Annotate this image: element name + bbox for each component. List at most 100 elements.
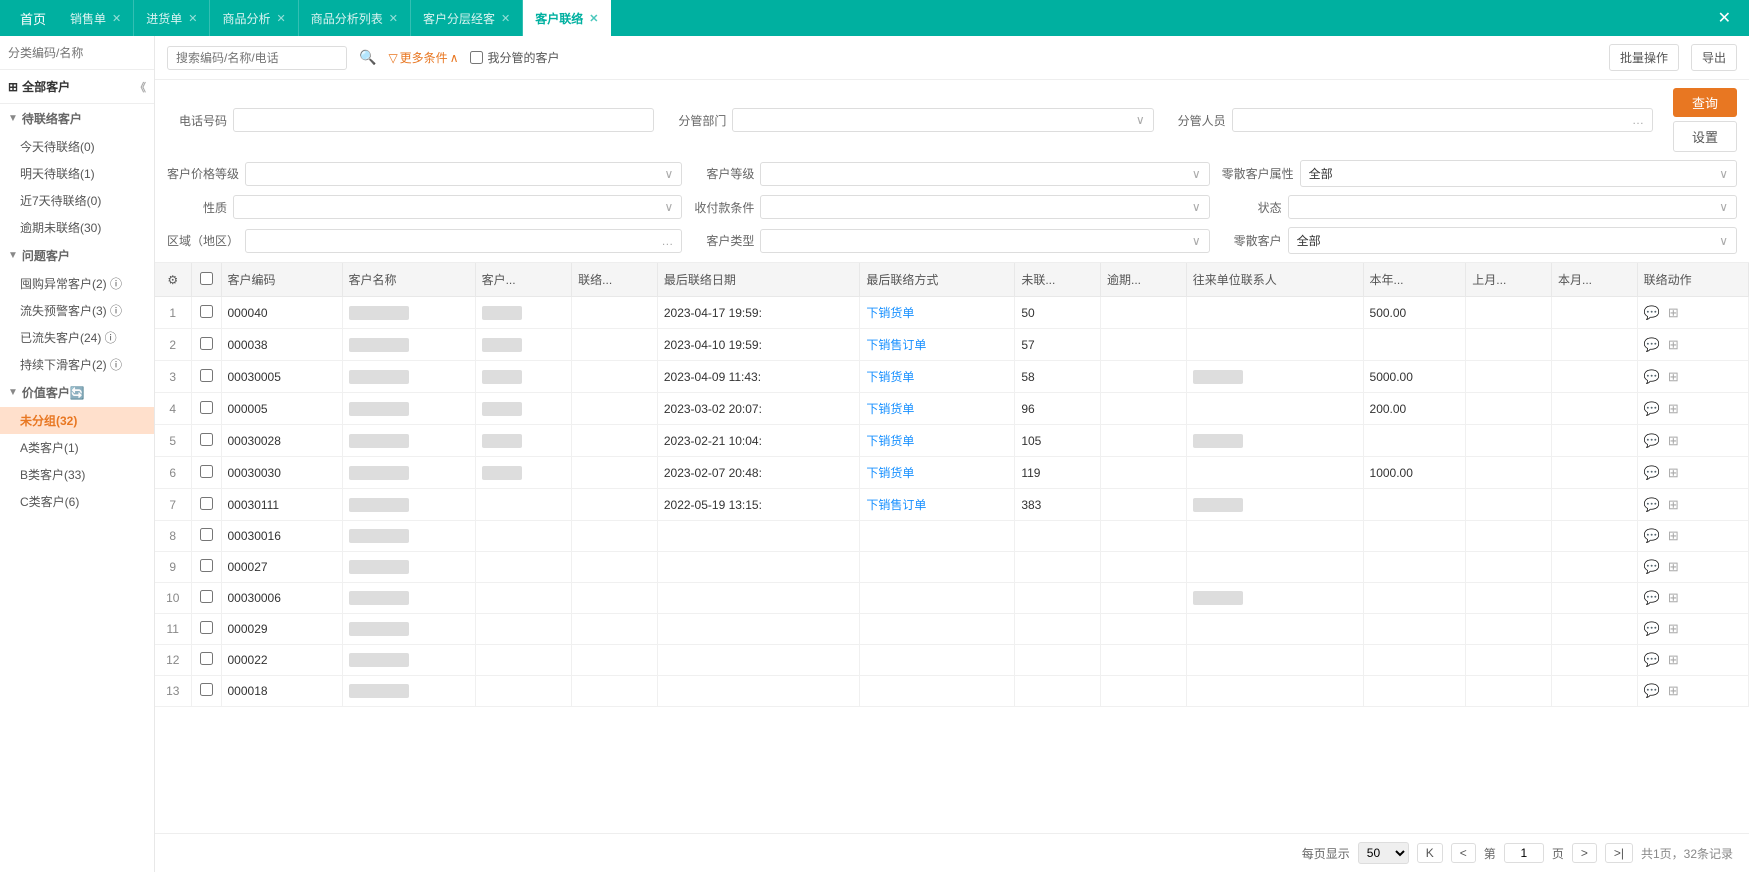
sidebar-item-churn-warning[interactable]: 流失预警客户(3) ⓘ [0, 297, 154, 324]
batch-operation-button[interactable]: 批量操作 [1609, 44, 1679, 71]
close-product-analysis-tab[interactable]: ✕ [277, 12, 286, 25]
grid-action-icon[interactable]: ⊞ [1668, 683, 1679, 699]
nav-tab-sales[interactable]: 销售单 ✕ [58, 0, 134, 36]
action-cell[interactable]: 💬 ⊞ [1637, 676, 1748, 707]
grid-action-icon[interactable]: ⊞ [1668, 433, 1679, 449]
nav-tab-customer-contact[interactable]: 客户联络 ✕ [523, 0, 611, 36]
grid-action-icon[interactable]: ⊞ [1668, 497, 1679, 513]
row-checkbox[interactable] [200, 433, 213, 446]
sidebar-group-value-header[interactable]: ▼ 价值客户 🔄 [0, 378, 154, 407]
last-contact-method[interactable] [860, 676, 1015, 707]
chat-icon[interactable]: 💬 [1644, 528, 1660, 544]
nav-tab-product-analysis-list[interactable]: 商品分析列表 ✕ [299, 0, 411, 36]
sidebar-item-classA[interactable]: A类客户(1) [0, 434, 154, 461]
per-page-select[interactable]: 50 20 100 [1358, 842, 1409, 864]
phone-input[interactable] [233, 108, 654, 132]
status-select[interactable]: ∨ [1288, 195, 1737, 219]
chat-icon[interactable]: 💬 [1644, 337, 1660, 353]
chat-icon[interactable]: 💬 [1644, 652, 1660, 668]
global-close-button[interactable]: ✕ [1708, 8, 1741, 28]
last-contact-method[interactable] [860, 521, 1015, 552]
customer-type-select[interactable]: ∨ [760, 229, 1209, 253]
query-button[interactable]: 查询 [1673, 88, 1737, 117]
my-customers-checkbox[interactable] [470, 51, 483, 64]
row-checkbox[interactable] [200, 497, 213, 510]
more-conditions-toggle[interactable]: ▽ 更多条件 ∧ [388, 49, 458, 66]
grid-action-icon[interactable]: ⊞ [1668, 528, 1679, 544]
attribute-select[interactable]: 全部 ∨ [1300, 160, 1737, 187]
sidebar-item-today[interactable]: 今天待联络(0) [0, 133, 154, 160]
last-contact-method[interactable]: 下销售订单 [860, 489, 1015, 521]
sidebar-item-classC[interactable]: C类客户(6) [0, 488, 154, 515]
my-customers-filter[interactable]: 我分管的客户 [470, 49, 559, 66]
refresh-icon[interactable]: 🔄 [70, 386, 85, 400]
action-cell[interactable]: 💬 ⊞ [1637, 614, 1748, 645]
chat-icon[interactable]: 💬 [1644, 621, 1660, 637]
nav-home[interactable]: 首页 [8, 9, 58, 28]
row-checkbox[interactable] [200, 652, 213, 665]
search-input[interactable] [167, 46, 347, 70]
sidebar-item-ungroup[interactable]: 未分组(32) [0, 407, 154, 434]
chat-icon[interactable]: 💬 [1644, 497, 1660, 513]
action-cell[interactable]: 💬 ⊞ [1637, 425, 1748, 457]
first-page-button[interactable]: K [1417, 843, 1443, 863]
sidebar-group-pending-header[interactable]: ▼ 待联络客户 [0, 104, 154, 133]
row-checkbox[interactable] [200, 683, 213, 696]
action-cell[interactable]: 💬 ⊞ [1637, 297, 1748, 329]
grid-action-icon[interactable]: ⊞ [1668, 590, 1679, 606]
price-level-select[interactable]: ∨ [245, 162, 682, 186]
payment-select[interactable]: ∨ [760, 195, 1209, 219]
last-contact-method[interactable]: 下销货单 [860, 393, 1015, 425]
nav-tab-product-analysis[interactable]: 商品分析 ✕ [210, 0, 298, 36]
sidebar-search-input[interactable] [8, 46, 155, 60]
row-checkbox[interactable] [200, 337, 213, 350]
action-cell[interactable]: 💬 ⊞ [1637, 329, 1748, 361]
grid-action-icon[interactable]: ⊞ [1668, 621, 1679, 637]
sidebar-group-problem-header[interactable]: ▼ 问题客户 [0, 241, 154, 270]
action-cell[interactable]: 💬 ⊞ [1637, 393, 1748, 425]
close-sales-tab[interactable]: ✕ [112, 12, 121, 25]
sidebar-item-churned[interactable]: 已流失客户(24) ⓘ [0, 324, 154, 351]
chat-icon[interactable]: 💬 [1644, 559, 1660, 575]
select-all-checkbox[interactable] [200, 272, 213, 285]
grid-action-icon[interactable]: ⊞ [1668, 401, 1679, 417]
chat-icon[interactable]: 💬 [1644, 401, 1660, 417]
sidebar-item-tomorrow[interactable]: 明天待联络(1) [0, 160, 154, 187]
chat-icon[interactable]: 💬 [1644, 590, 1660, 606]
last-contact-method[interactable]: 下销货单 [860, 425, 1015, 457]
action-cell[interactable]: 💬 ⊞ [1637, 645, 1748, 676]
search-button[interactable]: 🔍 [359, 49, 376, 66]
last-contact-method[interactable] [860, 552, 1015, 583]
action-cell[interactable]: 💬 ⊞ [1637, 457, 1748, 489]
sidebar-item-7days[interactable]: 近7天待联络(0) [0, 187, 154, 214]
grid-action-icon[interactable]: ⊞ [1668, 305, 1679, 321]
region-select[interactable]: … [245, 229, 682, 253]
current-page-input[interactable] [1504, 843, 1544, 863]
close-purchase-tab[interactable]: ✕ [188, 12, 197, 25]
action-cell[interactable]: 💬 ⊞ [1637, 361, 1748, 393]
last-contact-method[interactable] [860, 645, 1015, 676]
row-checkbox[interactable] [200, 465, 213, 478]
grid-action-icon[interactable]: ⊞ [1668, 465, 1679, 481]
grid-action-icon[interactable]: ⊞ [1668, 559, 1679, 575]
nav-tab-customer-tier[interactable]: 客户分层经客 ✕ [411, 0, 523, 36]
close-customer-contact-tab[interactable]: ✕ [589, 12, 598, 25]
person-select[interactable]: … [1232, 108, 1653, 132]
prev-page-button[interactable]: < [1451, 843, 1476, 863]
last-contact-method[interactable]: 下销货单 [860, 297, 1015, 329]
last-contact-method[interactable]: 下销售订单 [860, 329, 1015, 361]
reset-button[interactable]: 设置 [1673, 121, 1737, 152]
row-checkbox[interactable] [200, 559, 213, 572]
retail-customer-select[interactable]: 全部 ∨ [1288, 227, 1737, 254]
sidebar-all-customers[interactable]: ⊞ 全部客户 《 [0, 70, 154, 104]
grid-action-icon[interactable]: ⊞ [1668, 652, 1679, 668]
th-checkbox[interactable] [191, 263, 221, 297]
last-contact-method[interactable] [860, 614, 1015, 645]
action-cell[interactable]: 💬 ⊞ [1637, 583, 1748, 614]
action-cell[interactable]: 💬 ⊞ [1637, 521, 1748, 552]
chat-icon[interactable]: 💬 [1644, 433, 1660, 449]
close-product-analysis-list-tab[interactable]: ✕ [389, 12, 398, 25]
last-contact-method[interactable]: 下销货单 [860, 361, 1015, 393]
nature-select[interactable]: ∨ [233, 195, 682, 219]
grid-action-icon[interactable]: ⊞ [1668, 337, 1679, 353]
